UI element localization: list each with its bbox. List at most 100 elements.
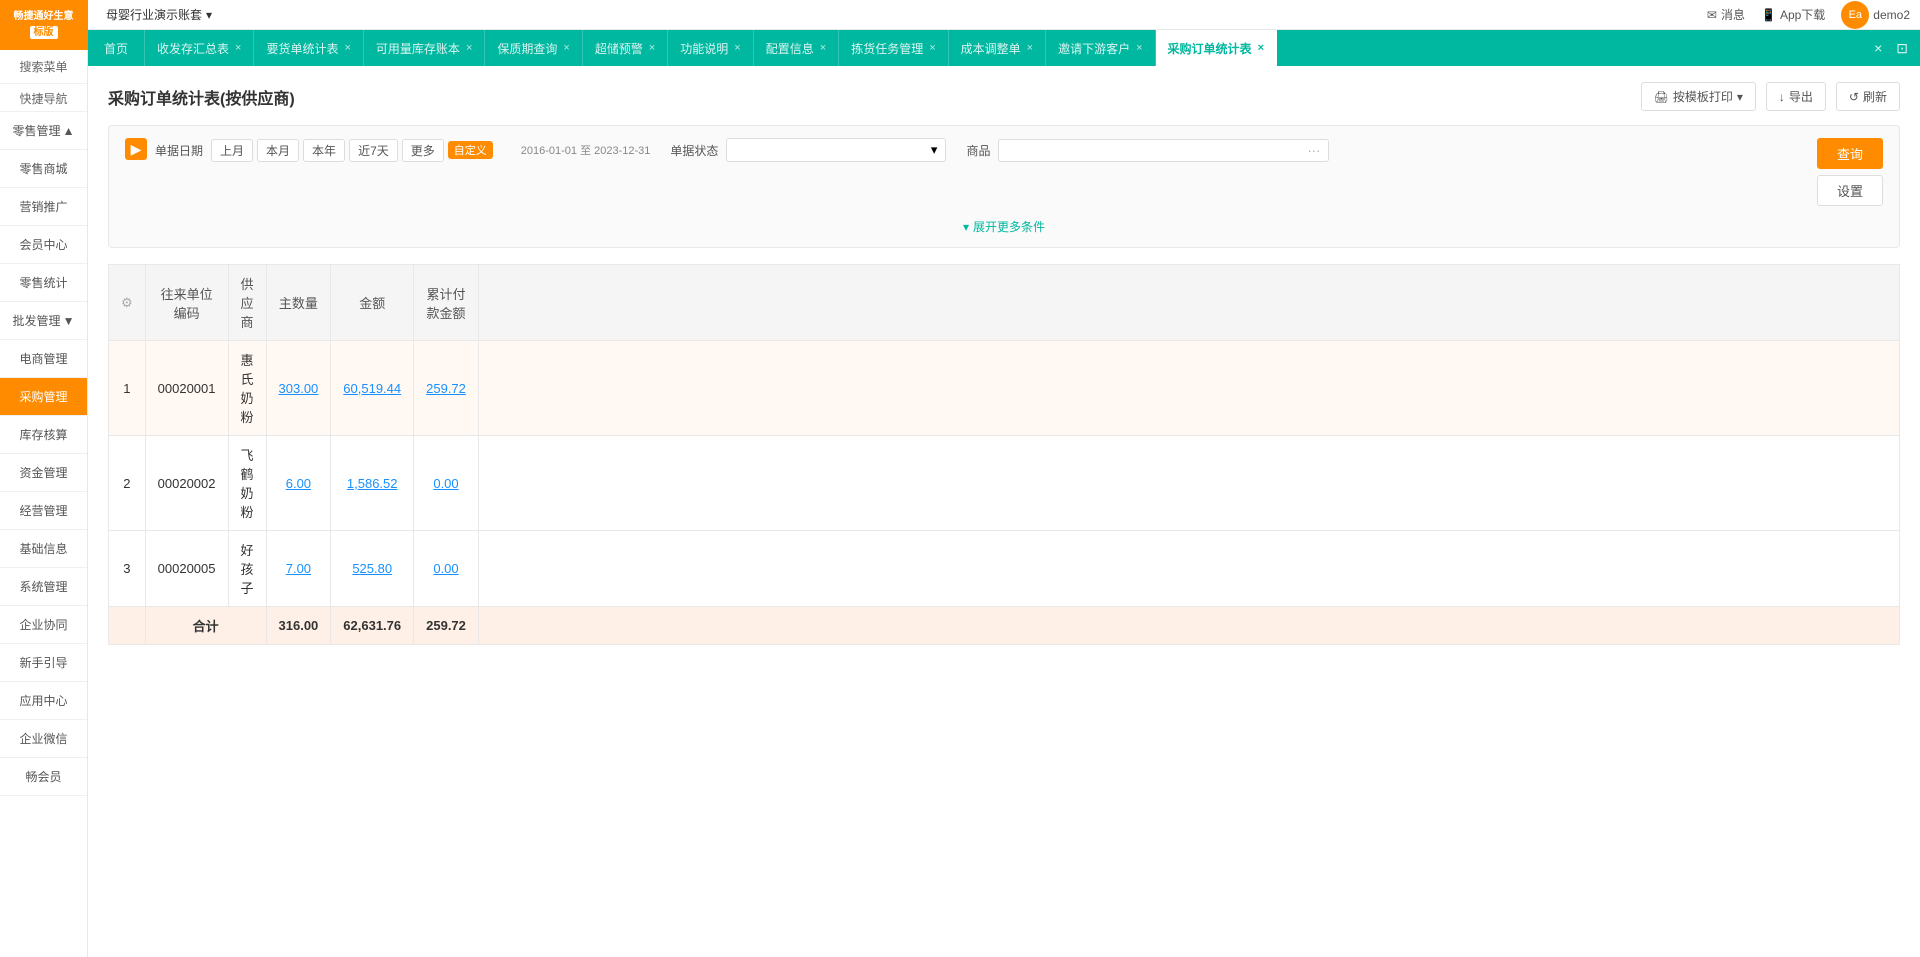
- footer-empty2: [478, 607, 1899, 645]
- row3-paid[interactable]: 0.00: [414, 531, 479, 607]
- sidebar-item-wholesale[interactable]: 批发管理 ▼: [0, 302, 87, 340]
- tab-close-inventory-book[interactable]: ×: [466, 43, 472, 54]
- tab-close-expiry-query[interactable]: ×: [563, 43, 569, 54]
- tab-overstock[interactable]: 超储预警 ×: [583, 30, 668, 66]
- refresh-button[interactable]: ↺ 刷新: [1836, 82, 1900, 111]
- sidebar-item-ecommerce[interactable]: 电商管理: [0, 340, 87, 378]
- tab-inventory-book[interactable]: 可用量库存账本 ×: [364, 30, 485, 66]
- tab-close-receivable[interactable]: ×: [235, 43, 241, 54]
- col-qty: 主数量: [266, 265, 331, 341]
- col-settings[interactable]: ⚙: [109, 265, 146, 341]
- tab-order-stats[interactable]: 要货单统计表 ×: [254, 30, 363, 66]
- sidebar-item-marketing[interactable]: 营销推广: [0, 188, 87, 226]
- sidebar-item-search[interactable]: 搜索菜单: [0, 50, 87, 84]
- tab-config[interactable]: 配置信息 ×: [754, 30, 839, 66]
- sidebar-item-system[interactable]: 系统管理: [0, 568, 87, 606]
- settings-button[interactable]: 设置: [1817, 175, 1883, 206]
- print-icon: 🖨: [1654, 90, 1669, 104]
- date-this-month[interactable]: 本月: [257, 139, 299, 162]
- tab-close-cost-adj[interactable]: ×: [1027, 43, 1033, 54]
- tabbar: 首页 收发存汇总表 × 要货单统计表 × 可用量库存账本 × 保质期查询 × 超…: [88, 30, 1920, 66]
- status-select[interactable]: ▾: [726, 138, 946, 162]
- row3-code: 00020005: [145, 531, 228, 607]
- date-custom-badge: 自定义: [448, 141, 493, 159]
- tab-close-invite-downstream[interactable]: ×: [1136, 43, 1142, 54]
- goods-label: 商品: [966, 142, 990, 159]
- sidebar-item-vip[interactable]: 畅会员: [0, 758, 87, 796]
- tab-close-order-stats[interactable]: ×: [344, 43, 350, 54]
- date-last-month[interactable]: 上月: [211, 139, 253, 162]
- query-button[interactable]: 查询: [1817, 138, 1883, 169]
- tab-close-pick-task[interactable]: ×: [929, 43, 935, 54]
- goods-input[interactable]: [1007, 143, 1307, 157]
- col-empty: [478, 265, 1899, 341]
- sidebar-item-enterprise[interactable]: 企业协同: [0, 606, 87, 644]
- sidebar-item-retail-stats[interactable]: 零售统计: [0, 264, 87, 302]
- sidebar-item-finance[interactable]: 资金管理: [0, 454, 87, 492]
- status-label: 单据状态: [670, 142, 718, 159]
- tab-close-func-desc[interactable]: ×: [734, 43, 740, 54]
- tab-close-config[interactable]: ×: [820, 43, 826, 54]
- sidebar-item-purchase[interactable]: 采购管理: [0, 378, 87, 416]
- tab-func-desc[interactable]: 功能说明 ×: [668, 30, 753, 66]
- date-range-display: 2016-01-01 至 2023-12-31: [517, 142, 651, 158]
- footer-paid: 259.72: [414, 607, 479, 645]
- tab-expiry-query[interactable]: 保质期查询 ×: [485, 30, 582, 66]
- sidebar-item-retail-mgmt[interactable]: 零售管理 ▲: [0, 112, 87, 150]
- tab-home[interactable]: 首页: [88, 30, 145, 66]
- tab-purchase-order-stats[interactable]: 采购订单统计表 ×: [1156, 30, 1277, 66]
- export-button[interactable]: ↓ 导出: [1766, 82, 1826, 111]
- row3-qty[interactable]: 7.00: [266, 531, 331, 607]
- expand-more-button[interactable]: ▾ 展开更多条件: [125, 218, 1883, 235]
- filter-area: ▶ 单据日期 上月 本月 本年 近7天 更多 自定义: [108, 125, 1900, 248]
- chevron-down-icon: ▾: [206, 8, 212, 22]
- sidebar-item-newbie[interactable]: 新手引导: [0, 644, 87, 682]
- goods-input-wrapper: ···: [998, 139, 1329, 162]
- message-icon: ✉: [1707, 8, 1717, 22]
- row2-supplier: 飞鹤奶粉: [228, 436, 266, 531]
- footer-amount: 62,631.76: [331, 607, 414, 645]
- main-content: 采购订单统计表(按供应商) 🖨 按模板打印 ▾ ↓ 导出 ↺ 刷新: [88, 66, 1920, 957]
- sidebar-item-member[interactable]: 会员中心: [0, 226, 87, 264]
- column-settings-icon[interactable]: ⚙: [121, 295, 133, 310]
- tab-invite-downstream[interactable]: 邀请下游客户 ×: [1046, 30, 1155, 66]
- tab-receivable[interactable]: 收发存汇总表 ×: [145, 30, 254, 66]
- sidebar-item-quick-nav[interactable]: 快捷导航: [0, 84, 87, 112]
- print-button[interactable]: 🖨 按模板打印 ▾: [1641, 82, 1756, 111]
- row2-qty[interactable]: 6.00: [266, 436, 331, 531]
- col-supplier: 供应商: [228, 265, 266, 341]
- close-tab-button[interactable]: ×: [1870, 38, 1886, 58]
- sidebar-item-retail-shop[interactable]: 零售商城: [0, 150, 87, 188]
- status-dropdown-icon: ▾: [931, 142, 938, 158]
- restore-tab-button[interactable]: ⊡: [1892, 38, 1912, 59]
- user-avatar-area[interactable]: Ea demo2: [1841, 1, 1910, 29]
- row3-amount[interactable]: 525.80: [331, 531, 414, 607]
- collapse-toggle[interactable]: ▶: [125, 138, 147, 160]
- row2-amount[interactable]: 1,586.52: [331, 436, 414, 531]
- date-more[interactable]: 更多: [402, 139, 444, 162]
- sidebar-item-inventory[interactable]: 库存核算: [0, 416, 87, 454]
- footer-qty: 316.00: [266, 607, 331, 645]
- table-header-row: ⚙ 往来单位编码 供应商 主数量 金额 累计付款金额: [109, 265, 1900, 341]
- col-code: 往来单位编码: [145, 265, 228, 341]
- sidebar-item-ops[interactable]: 经营管理: [0, 492, 87, 530]
- topbar-account-dropdown[interactable]: 母婴行业演示账套 ▾: [98, 4, 220, 25]
- sidebar-item-wechat[interactable]: 企业微信: [0, 720, 87, 758]
- tab-cost-adj[interactable]: 成本调整单 ×: [949, 30, 1046, 66]
- logo-sub: 标版: [30, 26, 58, 39]
- app-download-button[interactable]: 📱 App下载: [1761, 6, 1825, 23]
- table-footer-row: 合计 316.00 62,631.76 259.72: [109, 607, 1900, 645]
- row2-paid[interactable]: 0.00: [414, 436, 479, 531]
- message-button[interactable]: ✉ 消息: [1707, 6, 1745, 23]
- date-this-year[interactable]: 本年: [303, 139, 345, 162]
- row1-qty[interactable]: 303.00: [266, 341, 331, 436]
- sidebar-item-basic[interactable]: 基础信息: [0, 530, 87, 568]
- tab-close-overstock[interactable]: ×: [649, 43, 655, 54]
- sidebar-item-appstore[interactable]: 应用中心: [0, 682, 87, 720]
- row1-paid[interactable]: 259.72: [414, 341, 479, 436]
- tab-close-purchase-order-stats[interactable]: ×: [1258, 43, 1264, 54]
- tab-pick-task[interactable]: 拣货任务管理 ×: [839, 30, 948, 66]
- date-last-7days[interactable]: 近7天: [349, 139, 398, 162]
- status-input[interactable]: [735, 143, 926, 157]
- row1-amount[interactable]: 60,519.44: [331, 341, 414, 436]
